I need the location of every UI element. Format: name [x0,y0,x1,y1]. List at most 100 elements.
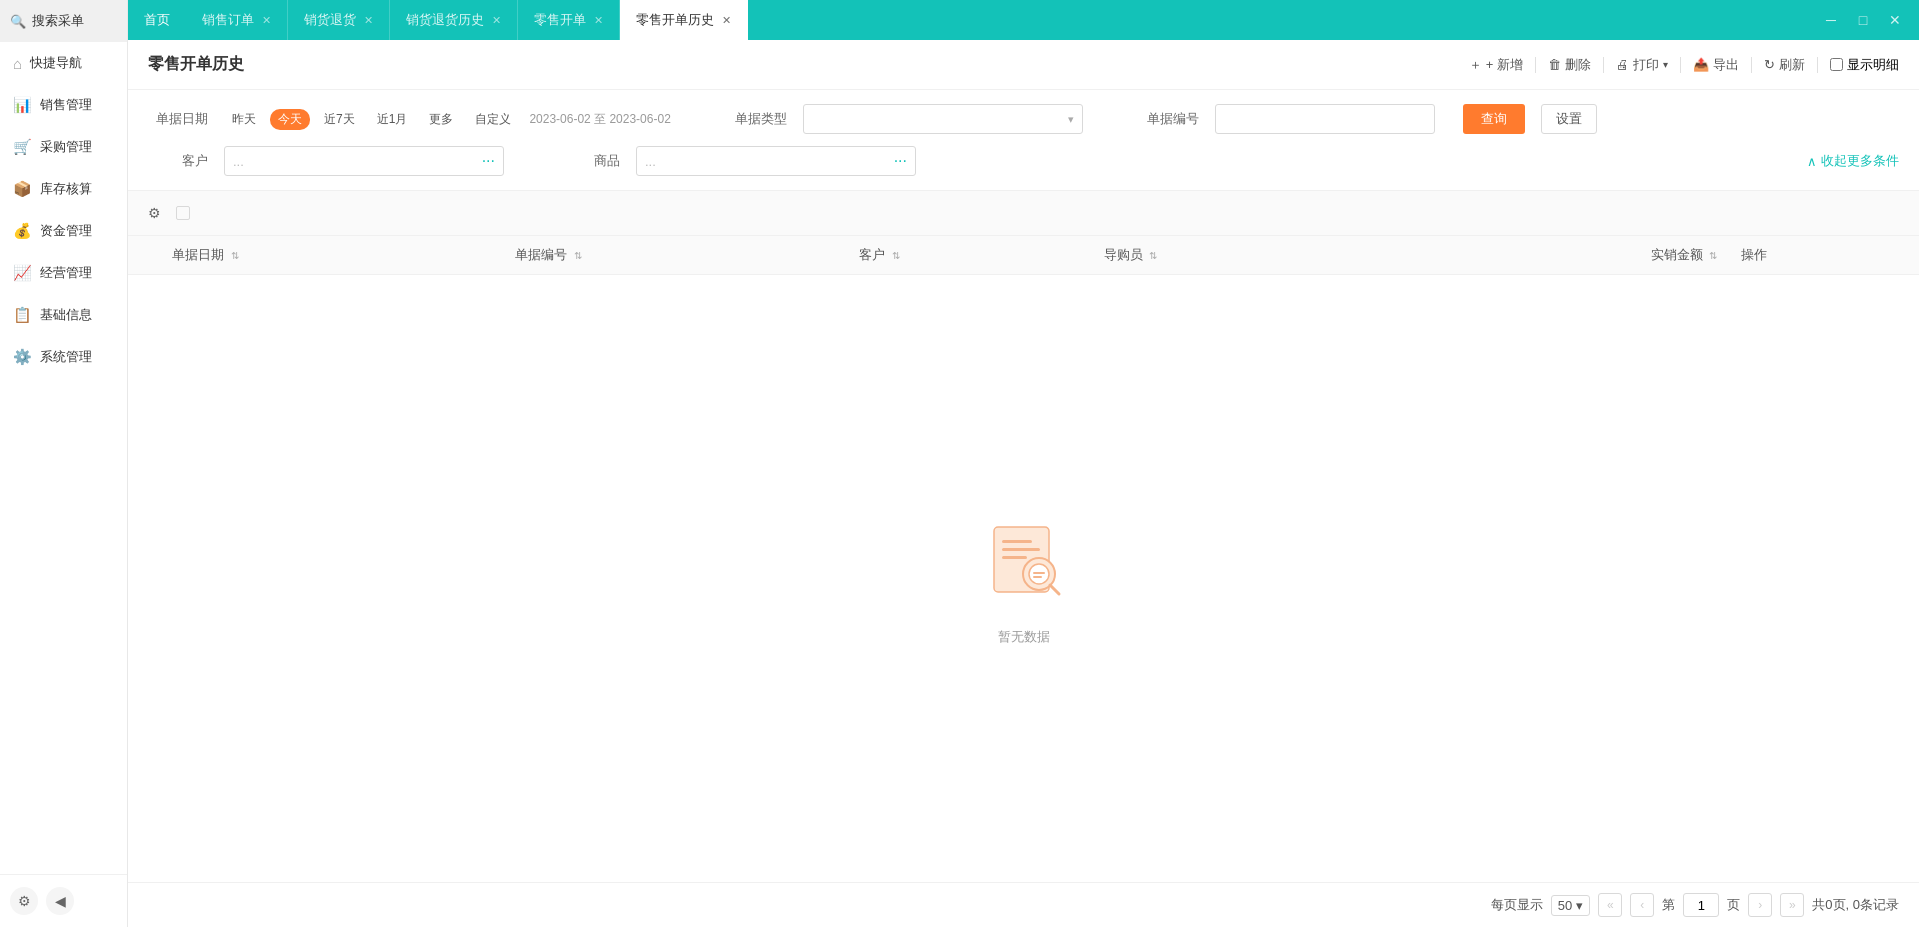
col-action-label: 操作 [1741,247,1767,262]
delete-button[interactable]: 🗑 删除 [1548,56,1591,74]
refresh-button[interactable]: ↻ 刷新 [1764,56,1805,74]
collapse-more-btn[interactable]: ∧ 收起更多条件 [1807,152,1899,170]
tab-retail-open[interactable]: 零售开单 ✕ [518,0,620,40]
col-guide-label: 导购员 [1104,247,1143,262]
pagination-last-btn[interactable]: » [1780,893,1804,917]
sidebar-item-label: 库存核算 [40,180,92,198]
date-btn-7days[interactable]: 近7天 [316,109,363,130]
main-area: 首页 销售订单 ✕ 销货退货 ✕ 销货退货历史 ✕ 零售开单 ✕ 零售开单历史 … [128,0,1919,927]
table-settings-icon[interactable]: ⚙ [140,199,168,227]
filter-area: 单据日期 昨天 今天 近7天 近1月 更多 自定义 2023-06-02 至 2… [128,90,1919,191]
customer-dots-icon: ··· [482,152,495,170]
tab-sales-order[interactable]: 销售订单 ✕ [186,0,288,40]
date-btn-yesterday[interactable]: 昨天 [224,109,264,130]
cart-icon: 🛒 [13,138,32,156]
date-btn-more[interactable]: 更多 [421,109,461,130]
tab-retail-open-history-label: 零售开单历史 [636,11,714,29]
col-doc-date[interactable]: 单据日期 ⇅ [160,236,503,275]
pagination-page-input[interactable] [1683,893,1719,917]
pagination: 每页显示 50 ▾ « ‹ 第 页 › » 共0页, 0条记录 [128,882,1919,927]
select-all-checkbox[interactable] [176,206,190,220]
svg-rect-8 [1033,576,1042,578]
toolbar-divider-5 [1817,57,1818,73]
sidebar-item-quick-nav[interactable]: ⌂ 快捷导航 [0,42,127,84]
print-button[interactable]: 🖨 打印 ▾ [1616,56,1668,74]
window-minimize-btn[interactable]: ─ [1819,8,1843,32]
toolbar-divider-2 [1603,57,1604,73]
sidebar-item-operations[interactable]: 📈 经营管理 [0,252,127,294]
empty-icon [974,512,1074,612]
sort-guide-icon[interactable]: ⇅ [1149,250,1157,261]
tab-sales-return-close[interactable]: ✕ [364,14,373,27]
doc-type-select[interactable]: ▾ [803,104,1083,134]
sidebar-item-sales-mgmt[interactable]: 📊 销售管理 [0,84,127,126]
goods-select[interactable]: ... ··· [636,146,916,176]
date-label: 单据日期 [148,110,208,128]
export-label: 导出 [1713,56,1739,74]
settings-bottom-btn[interactable]: ⚙ [10,887,38,915]
sidebar-item-system-mgmt[interactable]: ⚙️ 系统管理 [0,336,127,378]
customer-select[interactable]: ... ··· [224,146,504,176]
collapse-sidebar-btn[interactable]: ◀ [46,887,74,915]
toolbar-divider-1 [1535,57,1536,73]
tab-retail-open-history[interactable]: 零售开单历史 ✕ [620,0,748,40]
tab-sales-order-close[interactable]: ✕ [262,14,271,27]
sort-amount-icon[interactable]: ⇅ [1709,250,1717,261]
sidebar: 🔍 搜索采单 ⌂ 快捷导航 📊 销售管理 🛒 采购管理 📦 库存核算 💰 资金管… [0,0,128,927]
pagination-first-btn[interactable]: « [1598,893,1622,917]
tab-sales-return-history-label: 销货退货历史 [406,11,484,29]
tab-sales-order-label: 销售订单 [202,11,254,29]
tab-sales-return-history[interactable]: 销货退货历史 ✕ [390,0,518,40]
collapse-label: 收起更多条件 [1821,152,1899,170]
display-detail-input[interactable] [1830,58,1843,71]
info-icon: 📋 [13,306,32,324]
window-close-btn[interactable]: ✕ [1883,8,1907,32]
sidebar-item-basic-info[interactable]: 📋 基础信息 [0,294,127,336]
query-button[interactable]: 查询 [1463,104,1525,134]
customer-placeholder: ... [233,154,476,169]
toolbar-divider-4 [1751,57,1752,73]
add-icon: ＋ [1469,56,1482,74]
content-area: 零售开单历史 ＋ + 新增 🗑 删除 🖨 打印 ▾ [128,40,1919,927]
window-maximize-btn[interactable]: □ [1851,8,1875,32]
sidebar-item-purchase-mgmt[interactable]: 🛒 采购管理 [0,126,127,168]
col-doc-no[interactable]: 单据编号 ⇅ [503,236,846,275]
tab-retail-open-close[interactable]: ✕ [594,14,603,27]
col-guide[interactable]: 导购员 ⇅ [1092,236,1386,275]
sort-doc-no-icon[interactable]: ⇅ [574,250,582,261]
add-button[interactable]: ＋ + 新增 [1469,56,1523,74]
sidebar-search[interactable]: 🔍 搜索采单 [0,0,127,42]
sort-doc-date-icon[interactable]: ⇅ [231,250,239,261]
page-size-select[interactable]: 50 ▾ [1551,895,1590,916]
svg-rect-3 [1002,556,1027,559]
ops-icon: 📈 [13,264,32,282]
tab-home[interactable]: 首页 [128,0,186,40]
col-customer[interactable]: 客户 ⇅ [847,236,1092,275]
col-checkbox [128,236,160,275]
tab-retail-open-history-close[interactable]: ✕ [722,14,731,27]
tab-sales-return[interactable]: 销货退货 ✕ [288,0,390,40]
filter-row-2: 客户 ... ··· 商品 ... ··· ∧ 收起更多条件 [148,146,1899,176]
col-amount[interactable]: 实销金额 ⇅ [1386,236,1729,275]
sort-customer-icon[interactable]: ⇅ [892,250,900,261]
doc-no-input[interactable] [1215,104,1435,134]
goods-dots-icon: ··· [894,152,907,170]
date-btn-1month[interactable]: 近1月 [369,109,416,130]
toolbar: ＋ + 新增 🗑 删除 🖨 打印 ▾ 📤 导出 [1469,56,1899,88]
sidebar-item-inventory[interactable]: 📦 库存核算 [0,168,127,210]
tab-sales-return-history-close[interactable]: ✕ [492,14,501,27]
display-detail-checkbox[interactable]: 显示明细 [1830,56,1899,74]
date-btn-today[interactable]: 今天 [270,109,310,130]
pagination-page-suffix: 页 [1727,896,1740,914]
sidebar-item-finance[interactable]: 💰 资金管理 [0,210,127,252]
doc-type-chevron-icon: ▾ [1068,113,1074,126]
toolbar-divider-3 [1680,57,1681,73]
page-size-value: 50 [1558,898,1572,913]
pagination-prev-btn[interactable]: ‹ [1630,893,1654,917]
date-btn-custom[interactable]: 自定义 [467,109,519,130]
setting-button[interactable]: 设置 [1541,104,1597,134]
pagination-next-btn[interactable]: › [1748,893,1772,917]
refresh-label: 刷新 [1779,56,1805,74]
export-button[interactable]: 📤 导出 [1693,56,1739,74]
col-doc-no-label: 单据编号 [515,247,567,262]
